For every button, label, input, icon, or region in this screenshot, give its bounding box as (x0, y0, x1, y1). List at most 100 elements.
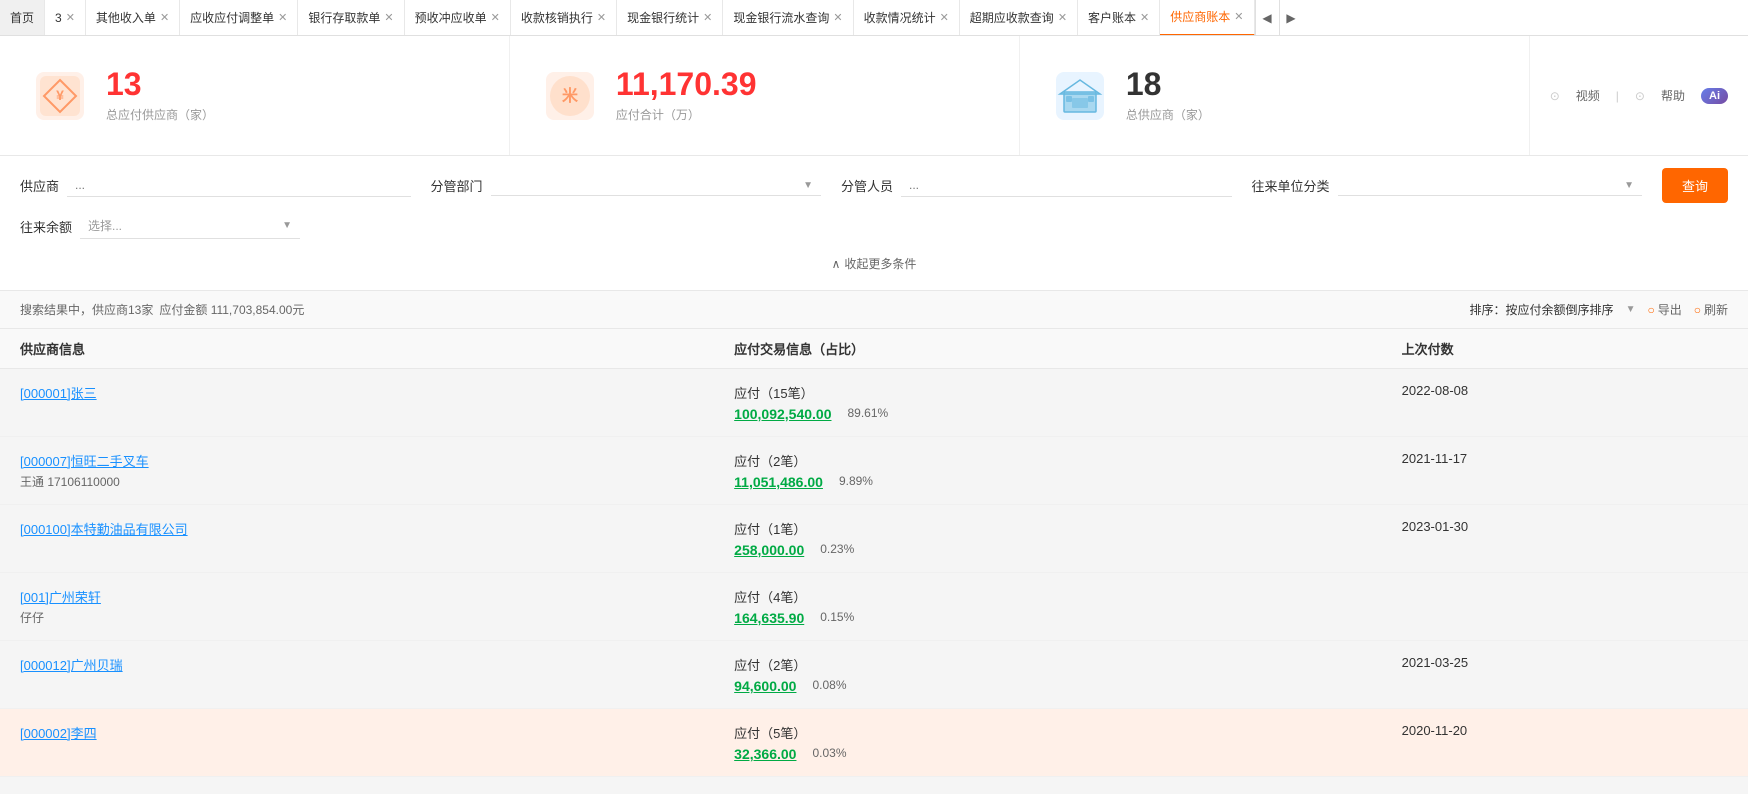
payable-amount[interactable]: 11,051,486.00 (734, 474, 823, 490)
close-icon[interactable]: ✕ (940, 11, 949, 24)
supplier-cell: [000012]广州贝瑞 (0, 641, 714, 709)
close-icon[interactable]: ✕ (597, 11, 606, 24)
table-row: [000100]本特勤油品有限公司应付（1笔）258,000.000.23%20… (0, 505, 1748, 573)
ap-suppliers-content: 13 总应付供应商（家） (106, 68, 214, 123)
close-icon[interactable]: ✕ (1140, 11, 1149, 24)
close-icon[interactable]: ✕ (278, 11, 287, 24)
close-icon[interactable]: ✕ (66, 11, 75, 24)
nav-next-arrow[interactable]: ▶ (1279, 0, 1303, 36)
last-pay-cell (1382, 573, 1748, 641)
balance-filter-select[interactable]: 选择... ▼ (80, 213, 300, 239)
table-row: [000012]广州贝瑞应付（2笔）94,600.000.08%2021-03-… (0, 641, 1748, 709)
department-filter-select[interactable]: ▼ (491, 176, 821, 196)
payable-cell: 应付（1笔）258,000.000.23% (714, 505, 1381, 573)
supplier-filter-input[interactable] (67, 174, 410, 197)
total-suppliers-icon (1050, 66, 1110, 126)
payable-amount[interactable]: 32,366.00 (734, 746, 796, 762)
nav-tab-cash-bank-stat-label: 现金银行统计 (627, 9, 699, 26)
summary-card-total-suppliers: 18 总供应商（家） (1020, 36, 1530, 155)
payable-count: 应付（2笔） (734, 655, 1361, 674)
result-text: 搜索结果中，供应商13家 (20, 301, 153, 318)
nav-tab-payment-execute[interactable]: 收款核销执行 ✕ (511, 0, 617, 36)
nav-tab-cash-bank-stat[interactable]: 现金银行统计 ✕ (617, 0, 723, 36)
sort-chevron-icon[interactable]: ▼ (1626, 304, 1636, 315)
person-filter-input[interactable] (901, 174, 1231, 197)
nav-tab-payment-execute-label: 收款核销执行 (521, 9, 593, 26)
payable-count: 应付（1笔） (734, 519, 1361, 538)
last-pay-date: 2023-01-30 (1402, 519, 1469, 534)
payable-cell: 应付（2笔）11,051,486.009.89% (714, 437, 1381, 505)
payable-amount[interactable]: 258,000.00 (734, 542, 804, 558)
close-icon[interactable]: ✕ (1058, 11, 1067, 24)
ai-badge[interactable]: Ai (1701, 88, 1728, 104)
supplier-cell: [000100]本特勤油品有限公司 (0, 505, 714, 573)
collapse-up-icon: ∧ (832, 257, 841, 271)
export-button[interactable]: ○ 导出 (1647, 301, 1681, 318)
payable-cell: 应付（15笔）100,092,540.0089.61% (714, 369, 1381, 437)
department-filter-label: 分管部门 (431, 176, 483, 195)
summary-card-ap-suppliers: ¥ 13 总应付供应商（家） (0, 36, 510, 155)
total-suppliers-label: 总供应商（家） (1126, 106, 1210, 123)
nav-tab-customer-ledger[interactable]: 客户账本 ✕ (1078, 0, 1160, 36)
close-icon[interactable]: ✕ (1234, 10, 1243, 23)
nav-tab-bank-deposit[interactable]: 银行存取款单 ✕ (298, 0, 404, 36)
category-chevron-icon: ▼ (1624, 180, 1634, 191)
nav-tab-prepay-charge[interactable]: 预收冲应收单 ✕ (405, 0, 511, 36)
category-filter-label: 往来单位分类 (1252, 176, 1330, 195)
nav-tab-home[interactable]: 首页 (0, 0, 45, 36)
table-row: [001]广州荣轩仔仔 应付（4笔）164,635.900.15% (0, 573, 1748, 641)
supplier-link[interactable]: [000007]恒旺二手叉车 (20, 454, 149, 469)
supplier-sub-info: 王通 17106110000 (20, 473, 694, 490)
nav-tab-overdue-query[interactable]: 超期应收款查询 ✕ (960, 0, 1078, 36)
nav-tab-cash-flow-query-label: 现金银行流水查询 (733, 9, 829, 26)
nav-tab-supplier-ledger-label: 供应商账本 (1170, 8, 1230, 25)
payable-amount[interactable]: 164,635.90 (734, 610, 804, 626)
nav-tab-cash-flow-query[interactable]: 现金银行流水查询 ✕ (723, 0, 853, 36)
supplier-sub-info: 仔仔 (20, 609, 694, 626)
person-filter-label: 分管人员 (841, 176, 893, 195)
nav-tab-ar-ap-adjust[interactable]: 应收应付调整单 ✕ (180, 0, 298, 36)
close-icon[interactable]: ✕ (491, 11, 500, 24)
ap-suppliers-label: 总应付供应商（家） (106, 106, 214, 123)
last-pay-date: 2022-08-08 (1402, 383, 1469, 398)
nav-tab-home-label: 首页 (10, 9, 34, 26)
query-button[interactable]: 查询 (1662, 168, 1728, 203)
video-link[interactable]: 视频 (1576, 87, 1600, 104)
supplier-cell: [000002]李四 (0, 709, 714, 777)
supplier-link[interactable]: [000002]李四 (20, 726, 97, 741)
help-link[interactable]: 帮助 (1661, 87, 1685, 104)
filter-item-balance: 往来余额 选择... ▼ (20, 213, 300, 239)
nav-tab-receipt-stat[interactable]: 收款情况统计 ✕ (854, 0, 960, 36)
payable-amount[interactable]: 94,600.00 (734, 678, 796, 694)
filter-row-1: 供应商 分管部门 ▼ 分管人员 往来单位分类 ▼ 查询 (20, 168, 1728, 203)
nav-tab-prepay-charge-label: 预收冲应收单 (415, 9, 487, 26)
nav-tab-other-income[interactable]: 其他收入单 ✕ (86, 0, 180, 36)
payable-cell: 应付（4笔）164,635.900.15% (714, 573, 1381, 641)
close-icon[interactable]: ✕ (384, 11, 393, 24)
refresh-button[interactable]: ○ 刷新 (1694, 301, 1728, 318)
supplier-link[interactable]: [000001]张三 (20, 386, 97, 401)
supplier-filter-label: 供应商 (20, 176, 59, 195)
nav-tab-3[interactable]: 3 ✕ (45, 0, 86, 36)
collapse-bar[interactable]: ∧ 收起更多条件 (20, 249, 1728, 278)
svg-text:¥: ¥ (56, 87, 64, 103)
summary-area: ¥ 13 总应付供应商（家） 米 11,170.39 应付合计（万） (0, 36, 1748, 156)
nav-prev-arrow[interactable]: ◀ (1255, 0, 1279, 36)
close-icon[interactable]: ✕ (703, 11, 712, 24)
sort-label[interactable]: 排序：按应付余额倒序排序 (1470, 301, 1614, 318)
data-table: 供应商信息 应付交易信息（占比） 上次付数 [000001]张三应付（15笔）1… (0, 329, 1748, 777)
supplier-link[interactable]: [000100]本特勤油品有限公司 (20, 522, 188, 537)
last-pay-date: 2021-03-25 (1402, 655, 1469, 670)
col-header-last-pay: 上次付数 (1382, 329, 1748, 369)
supplier-cell: [000001]张三 (0, 369, 714, 437)
nav-tab-supplier-ledger[interactable]: 供应商账本 ✕ (1160, 0, 1254, 36)
payable-percent: 0.03% (812, 746, 846, 760)
col-header-payable: 应付交易信息（占比） (714, 329, 1381, 369)
supplier-link[interactable]: [001]广州荣轩 (20, 590, 101, 605)
supplier-link[interactable]: [000012]广州贝瑞 (20, 658, 123, 673)
payable-amount[interactable]: 100,092,540.00 (734, 406, 831, 422)
category-filter-select[interactable]: ▼ (1338, 176, 1642, 196)
close-icon[interactable]: ✕ (833, 11, 842, 24)
collapse-text: 收起更多条件 (844, 255, 916, 272)
close-icon[interactable]: ✕ (160, 11, 169, 24)
